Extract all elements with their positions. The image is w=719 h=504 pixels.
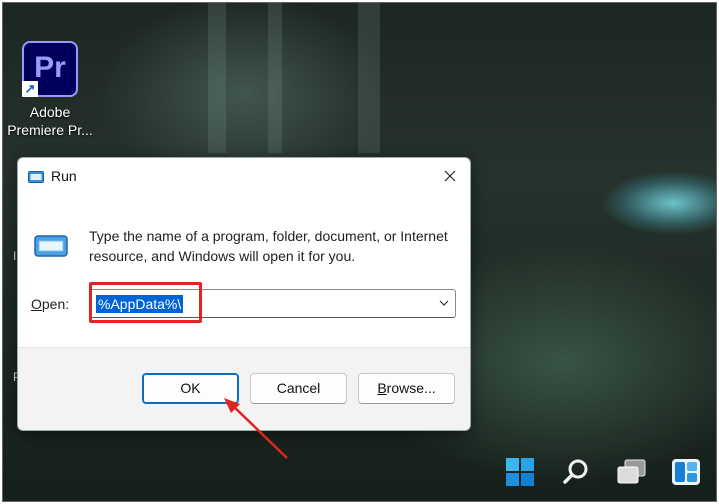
premiere-pro-icon: Pr ↗ <box>22 41 78 97</box>
background-beam <box>358 3 380 153</box>
chevron-down-icon[interactable] <box>439 300 449 306</box>
browse-button[interactable]: Browse... <box>358 373 455 404</box>
dialog-footer: OK Cancel Browse... <box>18 347 470 430</box>
run-dialog: Run Type the name of a program, folder, … <box>17 157 471 431</box>
background-beam <box>268 3 282 153</box>
shortcut-arrow-icon: ↗ <box>22 81 38 97</box>
run-program-icon <box>34 235 68 257</box>
widgets-icon[interactable] <box>668 454 704 490</box>
background-beam <box>208 3 226 153</box>
title-bar[interactable]: Run <box>18 158 470 194</box>
annotation-highlight-box <box>89 282 202 323</box>
desktop-shortcut-premiere[interactable]: Pr ↗ Adobe Premiere Pr... <box>5 41 95 139</box>
close-button[interactable] <box>436 162 464 190</box>
ok-button[interactable]: OK <box>142 373 239 404</box>
run-icon <box>28 171 44 183</box>
taskbar <box>2 441 717 502</box>
search-icon[interactable] <box>558 454 594 490</box>
dialog-title: Run <box>51 168 77 184</box>
task-view-icon[interactable] <box>614 454 650 490</box>
open-label: Open: <box>31 296 70 312</box>
cancel-button[interactable]: Cancel <box>250 373 347 404</box>
dialog-description: Type the name of a program, folder, docu… <box>89 228 448 264</box>
windows-start-icon[interactable] <box>502 454 538 490</box>
desktop-shortcut-label: Adobe Premiere Pr... <box>7 104 93 138</box>
